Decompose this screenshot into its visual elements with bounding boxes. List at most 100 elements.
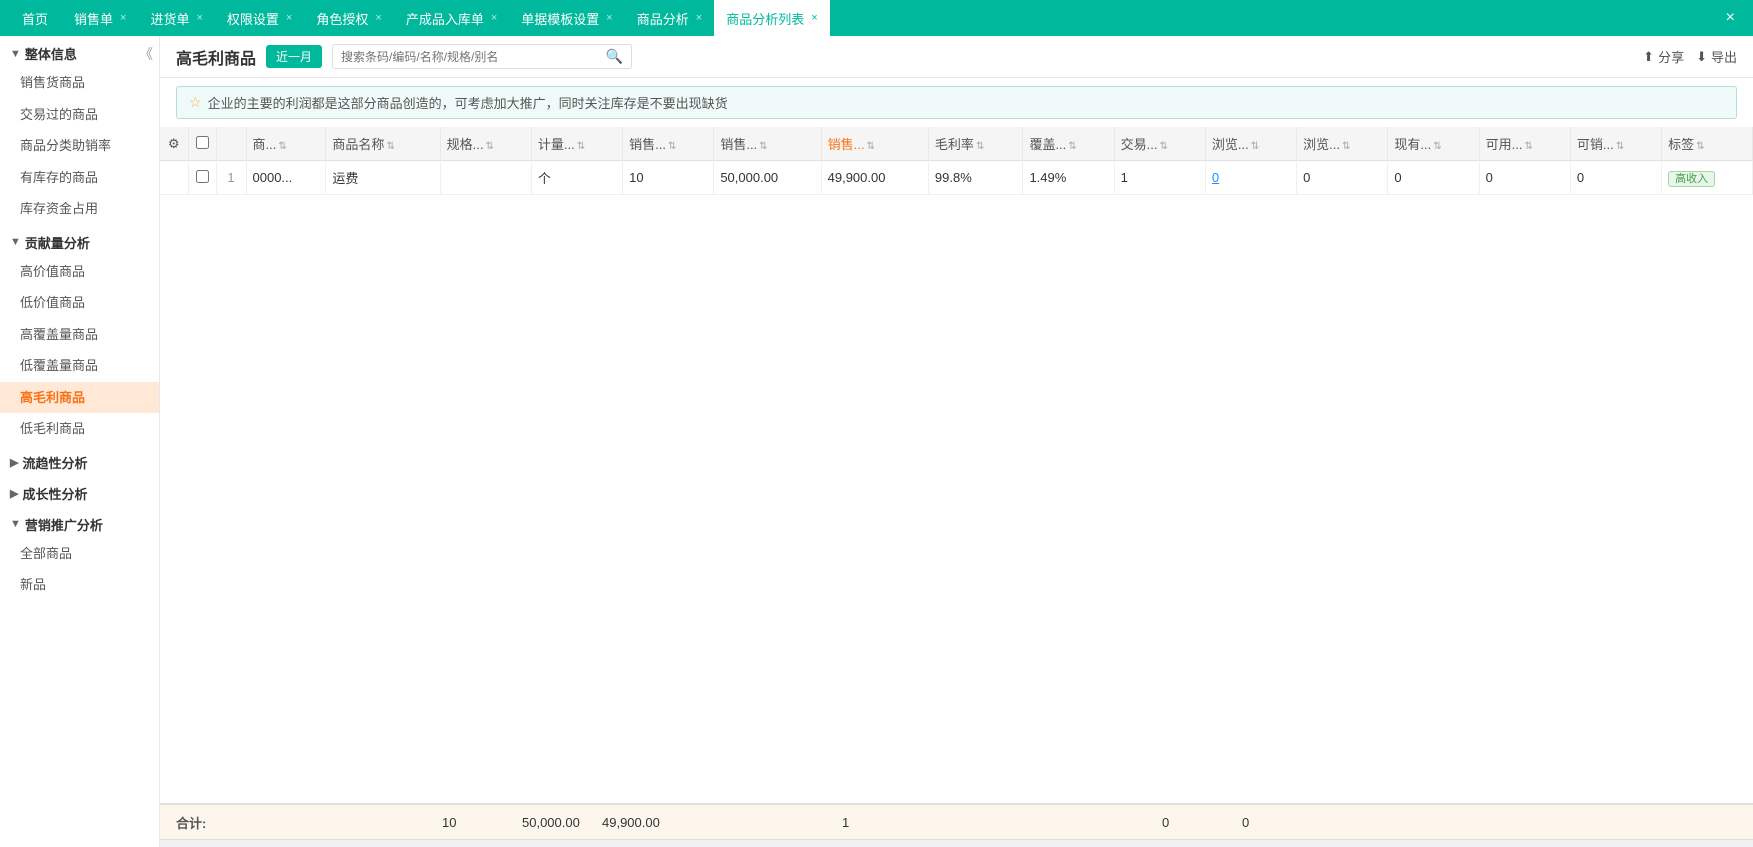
col-coverage[interactable]: 覆盖...⇅ <box>1023 127 1114 161</box>
sidebar-item-high-coverage[interactable]: 高覆盖量商品 <box>0 319 159 351</box>
sidebar-item-high-value[interactable]: 高价值商品 <box>0 256 159 288</box>
col-browse1[interactable]: 浏览...⇅ <box>1205 127 1296 161</box>
sidebar-item-stock-capital[interactable]: 库存资金占用 <box>0 193 159 225</box>
nav-tab-template[interactable]: 单据模板设置 × <box>509 0 624 36</box>
col-trade[interactable]: 交易...⇅ <box>1114 127 1205 161</box>
col-unit[interactable]: 计量...⇅ <box>531 127 622 161</box>
row-name: 运费 <box>326 161 440 195</box>
sidebar-item-traded-goods[interactable]: 交易过的商品 <box>0 99 159 131</box>
close-tab-product-stock[interactable]: × <box>491 12 497 24</box>
row-browse1[interactable]: 0 <box>1205 161 1296 195</box>
sidebar-item-category-assist-rate[interactable]: 商品分类助销率 <box>0 130 159 162</box>
row-select-checkbox[interactable] <box>196 170 209 183</box>
footer-spacer1 <box>236 815 436 830</box>
nav-tab-goods-analysis[interactable]: 商品分析 × <box>625 0 714 36</box>
col-sellable[interactable]: 可销...⇅ <box>1570 127 1661 161</box>
col-browse2[interactable]: 浏览...⇅ <box>1297 127 1388 161</box>
export-button[interactable]: ⬇ 导出 <box>1696 47 1737 66</box>
nav-tab-home[interactable]: 首页 <box>8 0 62 36</box>
date-filter-button[interactable]: 近一月 <box>266 45 322 68</box>
col-sales-cost[interactable]: 销售...⇅ <box>821 127 928 161</box>
arrow-icon-marketing: ▼ <box>10 518 21 530</box>
col-settings[interactable]: ⚙ <box>160 127 188 161</box>
row-trade: 1 <box>1114 161 1205 195</box>
col-available[interactable]: 可用...⇅ <box>1479 127 1570 161</box>
sidebar-group-overall[interactable]: ▼ 整体信息 <box>0 36 159 67</box>
arrow-icon-trend: ▶ <box>10 456 18 469</box>
row-unit: 个 <box>531 161 622 195</box>
col-name[interactable]: 商品名称⇅ <box>326 127 440 161</box>
sidebar-item-all-goods[interactable]: 全部商品 <box>0 538 159 570</box>
sidebar-collapse-button[interactable]: 《 <box>139 44 153 64</box>
nav-tab-purchase[interactable]: 进货单 × <box>138 0 214 36</box>
nav-tab-permissions[interactable]: 权限设置 × <box>215 0 304 36</box>
arrow-icon-growth: ▶ <box>10 487 18 500</box>
header-actions: ⬆ 分享 ⬇ 导出 <box>1643 47 1737 66</box>
footer-sales-qty: 10 <box>436 815 516 830</box>
sidebar-item-sales-goods[interactable]: 销售货商品 <box>0 67 159 99</box>
col-current-stock[interactable]: 现有...⇅ <box>1388 127 1479 161</box>
nav-tab-roles[interactable]: 角色授权 × <box>304 0 393 36</box>
sidebar-item-high-margin[interactable]: 高毛利商品 <box>0 382 159 414</box>
close-tab-permissions[interactable]: × <box>286 12 292 24</box>
footer-spacer2 <box>676 815 836 830</box>
sidebar: 《 ▼ 整体信息 销售货商品 交易过的商品 商品分类助销率 有库存的商品 库存资… <box>0 36 160 847</box>
select-all-checkbox[interactable] <box>196 136 209 149</box>
row-sales-amount: 50,000.00 <box>714 161 821 195</box>
content-area: 高毛利商品 近一月 🔍 ⬆ 分享 ⬇ 导出 ☆ 企业的主要的利润都是这部分商品创… <box>160 36 1753 847</box>
nav-tab-product-stock[interactable]: 产成品入库单 × <box>394 0 509 36</box>
footer-spacer3 <box>916 815 996 830</box>
footer-trade: 1 <box>836 815 916 830</box>
sidebar-item-low-coverage[interactable]: 低覆盖量商品 <box>0 350 159 382</box>
search-input[interactable] <box>341 50 600 64</box>
window-close-button[interactable]: × <box>1716 9 1745 27</box>
col-spec[interactable]: 规格...⇅ <box>440 127 531 161</box>
nav-tab-sales[interactable]: 销售单 × <box>62 0 138 36</box>
close-tab-purchase[interactable]: × <box>196 12 202 24</box>
table-row: 1 0000... 运费 个 10 50,000.00 49,900.00 99… <box>160 161 1753 195</box>
sidebar-group-growth[interactable]: ▶ 成长性分析 <box>0 476 159 507</box>
row-settings[interactable] <box>160 161 188 195</box>
close-tab-goods-analysis[interactable]: × <box>696 12 702 24</box>
row-sellable: 0 <box>1570 161 1661 195</box>
footer-spacer5 <box>1076 815 1156 830</box>
close-tab-roles[interactable]: × <box>375 12 381 24</box>
sidebar-group-contribution[interactable]: ▼ 贡献量分析 <box>0 225 159 256</box>
col-checkbox[interactable] <box>188 127 216 161</box>
page-title: 高毛利商品 <box>176 45 256 69</box>
row-tag: 高收入 <box>1662 161 1753 195</box>
sidebar-item-low-value[interactable]: 低价值商品 <box>0 287 159 319</box>
sidebar-item-low-margin[interactable]: 低毛利商品 <box>0 413 159 445</box>
sidebar-group-marketing[interactable]: ▼ 营销推广分析 <box>0 507 159 538</box>
close-tab-template[interactable]: × <box>606 12 612 24</box>
col-sales-amount[interactable]: 销售...⇅ <box>714 127 821 161</box>
row-checkbox[interactable] <box>188 161 216 195</box>
sidebar-group-trend[interactable]: ▶ 流趋性分析 <box>0 445 159 476</box>
share-icon: ⬆ <box>1643 49 1654 65</box>
row-code: 0000... <box>246 161 326 195</box>
arrow-icon-contribution: ▼ <box>10 236 21 248</box>
row-available: 0 <box>1479 161 1570 195</box>
nav-tab-goods-analysis-list[interactable]: 商品分析列表 × <box>714 0 829 36</box>
footer-sales-amount: 50,000.00 <box>516 815 596 830</box>
footer-values: 10 50,000.00 49,900.00 1 0 0 <box>236 815 1737 830</box>
footer-available: 0 <box>1156 815 1236 830</box>
col-gross-rate[interactable]: 毛利率⇅ <box>928 127 1023 161</box>
row-spec <box>440 161 531 195</box>
row-sales-qty: 10 <box>623 161 714 195</box>
row-num: 1 <box>216 161 246 195</box>
close-tab-goods-analysis-list[interactable]: × <box>811 12 817 24</box>
bottom-scrollbar[interactable] <box>160 839 1753 847</box>
table-header-row: ⚙ 商...⇅ 商品名称⇅ 规格...⇅ 计量...⇅ 销售...⇅ 销售...… <box>160 127 1753 161</box>
search-icon[interactable]: 🔍 <box>606 48 623 65</box>
sidebar-item-in-stock-goods[interactable]: 有库存的商品 <box>0 162 159 194</box>
col-code[interactable]: 商...⇅ <box>246 127 326 161</box>
close-tab-sales[interactable]: × <box>120 12 126 24</box>
sidebar-item-new-goods[interactable]: 新品 <box>0 569 159 601</box>
share-button[interactable]: ⬆ 分享 <box>1643 47 1684 66</box>
main-layout: 《 ▼ 整体信息 销售货商品 交易过的商品 商品分类助销率 有库存的商品 库存资… <box>0 36 1753 847</box>
info-icon: ☆ <box>189 94 202 111</box>
col-tag[interactable]: 标签⇅ <box>1662 127 1753 161</box>
col-sales-qty[interactable]: 销售...⇅ <box>623 127 714 161</box>
row-coverage: 1.49% <box>1023 161 1114 195</box>
